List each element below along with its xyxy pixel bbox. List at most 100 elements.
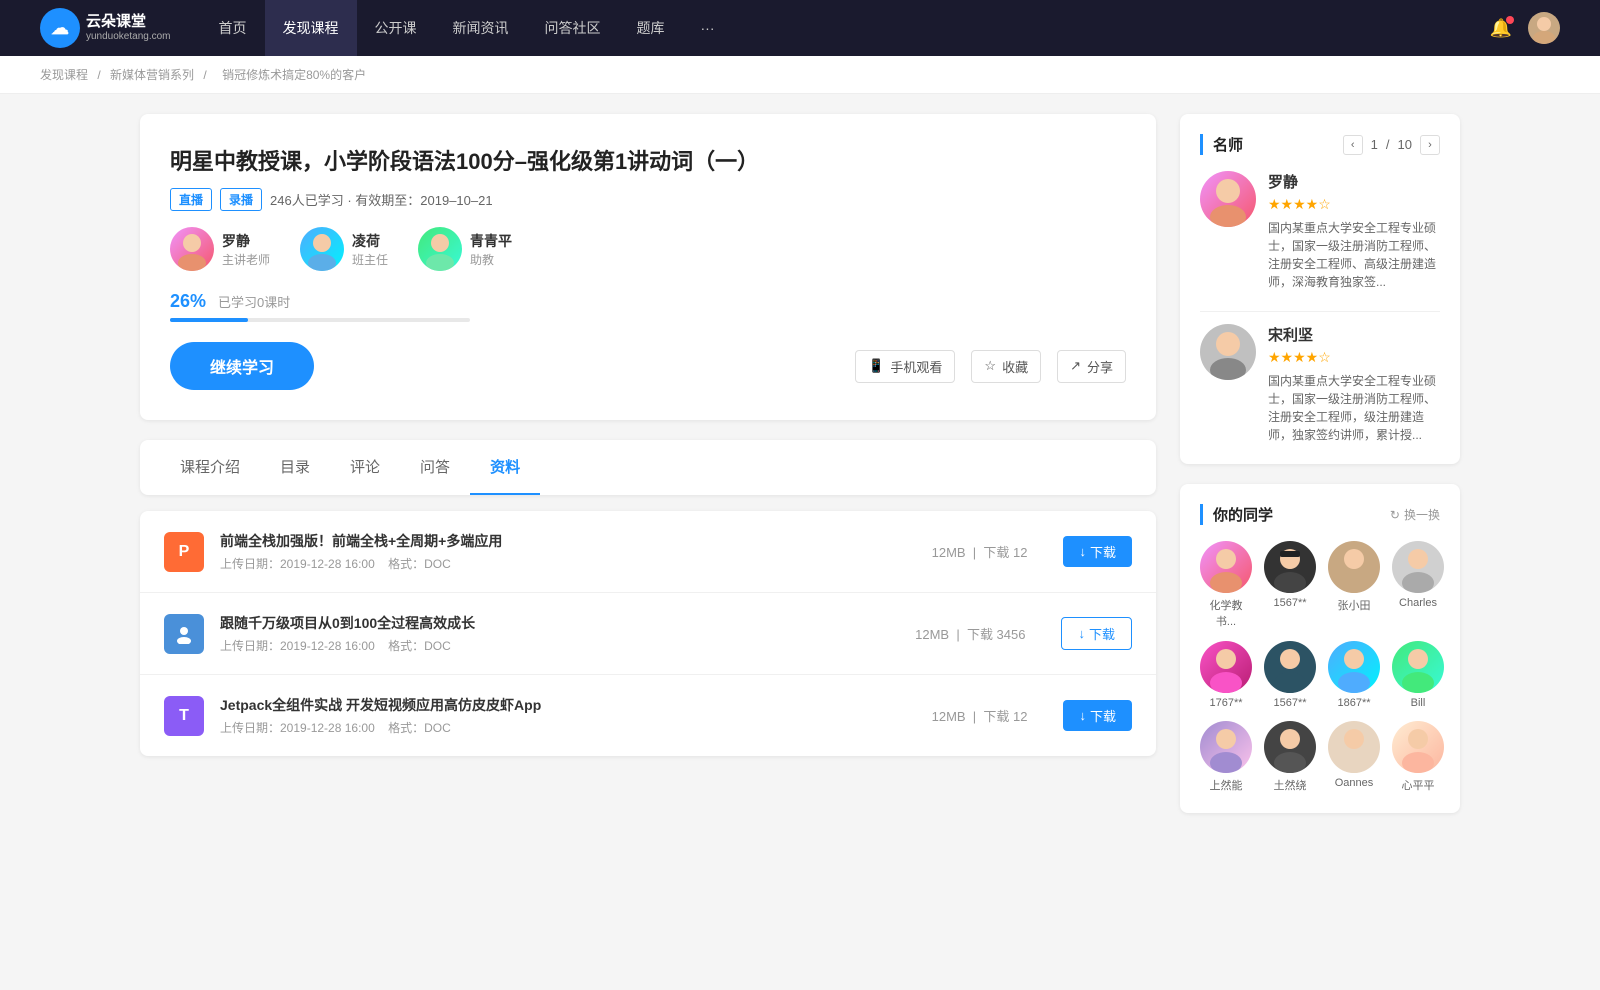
nav-item-open[interactable]: 公开课 xyxy=(357,0,435,56)
nav-item-home[interactable]: 首页 xyxy=(201,0,265,56)
breadcrumb-link-2[interactable]: 新媒体营销系列 xyxy=(110,68,194,82)
share-icon: ↗ xyxy=(1070,358,1081,374)
classmates-title: 你的同学 xyxy=(1200,504,1273,525)
material-icon-1 xyxy=(164,614,204,654)
classmate-6: 1867** xyxy=(1328,641,1380,709)
classmate-avatar-0[interactable] xyxy=(1200,541,1252,593)
progress-percent: 26% xyxy=(170,291,206,312)
teacher-role-2: 助教 xyxy=(470,251,512,268)
classmate-10: Oannes xyxy=(1328,721,1380,793)
next-page-button[interactable]: › xyxy=(1420,135,1440,155)
badge-live: 直播 xyxy=(170,188,212,211)
breadcrumb-link-1[interactable]: 发现课程 xyxy=(40,68,88,82)
teacher-avatar-1 xyxy=(300,227,344,271)
breadcrumb: 发现课程 / 新媒体营销系列 / 销冠修炼术搞定80%的客户 xyxy=(0,56,1600,94)
user-avatar[interactable] xyxy=(1528,12,1560,44)
material-stats-0: 12MB | 下载 12 xyxy=(932,542,1028,561)
materials-list: P 前端全栈加强版！前端全栈+全周期+多端应用 上传日期：2019-12-28 … xyxy=(140,511,1156,756)
download-icon-1: ↓ xyxy=(1078,626,1085,641)
nav-item-discover[interactable]: 发现课程 xyxy=(265,0,357,56)
tab-directory[interactable]: 目录 xyxy=(260,440,330,495)
classmate-name-0: 化学教书... xyxy=(1200,597,1252,629)
classmate-name-4: 1767** xyxy=(1209,697,1242,709)
teacher-role-1: 班主任 xyxy=(352,251,388,268)
course-meta: 246人已学习 · 有效期至：2019–10–21 xyxy=(270,190,493,209)
teacher-role-0: 主讲老师 xyxy=(222,251,270,268)
nav-items: 首页 发现课程 公开课 新闻资讯 问答社区 题库 ··· xyxy=(201,0,1490,56)
classmate-avatar-3[interactable] xyxy=(1392,541,1444,593)
download-button-1[interactable]: ↓ 下载 xyxy=(1061,617,1132,650)
classmate-avatar-7[interactable] xyxy=(1392,641,1444,693)
classmate-avatar-8[interactable] xyxy=(1200,721,1252,773)
course-card: 明星中教授课，小学阶段语法100分–强化级第1讲动词（一） 直播 录播 246人… xyxy=(140,114,1156,420)
mobile-icon: 📱 xyxy=(868,358,884,374)
classmate-name-7: Bill xyxy=(1411,697,1426,709)
classmate-avatar-6[interactable] xyxy=(1328,641,1380,693)
nav-right: 🔔 xyxy=(1490,12,1560,44)
classmate-avatar-1[interactable] xyxy=(1264,541,1316,593)
teacher-name-0: 罗静 xyxy=(222,231,270,251)
famous-teacher-name-1: 宋利坚 xyxy=(1268,324,1440,345)
tab-intro[interactable]: 课程介绍 xyxy=(160,440,260,495)
famous-teacher-stars-0: ★★★★☆ xyxy=(1268,196,1440,213)
tab-qa[interactable]: 问答 xyxy=(400,440,470,495)
material-info-1: 跟随千万级项目从0到100全过程高效成长 上传日期：2019-12-28 16:… xyxy=(220,613,879,654)
classmate-avatar-2[interactable] xyxy=(1328,541,1380,593)
teacher-1: 凌荷 班主任 xyxy=(300,227,388,271)
classmate-name-1: 1567** xyxy=(1273,597,1306,609)
material-item-0: P 前端全栈加强版！前端全栈+全周期+多端应用 上传日期：2019-12-28 … xyxy=(140,511,1156,593)
material-title-0: 前端全栈加强版！前端全栈+全周期+多端应用 xyxy=(220,531,896,551)
download-button-0[interactable]: ↓ 下载 xyxy=(1063,536,1132,567)
teacher-2: 青青平 助教 xyxy=(418,227,512,271)
notification-dot xyxy=(1506,16,1514,24)
teachers-row: 罗静 主讲老师 凌荷 班主任 xyxy=(170,227,1126,271)
classmate-avatar-10[interactable] xyxy=(1328,721,1380,773)
teacher-0: 罗静 主讲老师 xyxy=(170,227,270,271)
famous-teacher-1: 宋利坚 ★★★★☆ 国内某重点大学安全工程专业硕士，国家一级注册消防工程师、注册… xyxy=(1200,324,1440,444)
classmate-avatar-5[interactable] xyxy=(1264,641,1316,693)
tab-comments[interactable]: 评论 xyxy=(330,440,400,495)
classmate-1: 1567** xyxy=(1264,541,1316,629)
progress-bar-fill xyxy=(170,318,248,322)
nav-item-qa[interactable]: 问答社区 xyxy=(527,0,619,56)
material-info-0: 前端全栈加强版！前端全栈+全周期+多端应用 上传日期：2019-12-28 16… xyxy=(220,531,896,572)
classmate-3: Charles xyxy=(1392,541,1444,629)
mobile-watch-button[interactable]: 📱 手机观看 xyxy=(855,350,955,383)
star-icon: ☆ xyxy=(984,358,996,374)
material-stats-2: 12MB | 下载 12 xyxy=(932,706,1028,725)
bell-icon[interactable]: 🔔 xyxy=(1490,18,1512,39)
refresh-icon: ↻ xyxy=(1390,508,1400,522)
logo[interactable]: ☁ 云朵课堂 yunduoketang.com xyxy=(40,8,171,48)
classmates-grid: 化学教书... 1567** 张小田 xyxy=(1200,541,1440,793)
famous-teacher-0: 罗静 ★★★★☆ 国内某重点大学安全工程专业硕士，国家一级注册消防工程师、注册安… xyxy=(1200,171,1440,291)
classmate-11: 心平平 xyxy=(1392,721,1444,793)
teacher-name-1: 凌荷 xyxy=(352,231,388,251)
share-button[interactable]: ↗ 分享 xyxy=(1057,350,1126,383)
classmate-0: 化学教书... xyxy=(1200,541,1252,629)
classmate-avatar-9[interactable] xyxy=(1264,721,1316,773)
classmate-name-10: Oannes xyxy=(1335,777,1374,789)
tab-materials[interactable]: 资料 xyxy=(470,440,540,495)
prev-page-button[interactable]: ‹ xyxy=(1343,135,1363,155)
material-title-2: Jetpack全组件实战 开发短视频应用高仿皮皮虾App xyxy=(220,695,896,715)
sidebar: 名师 ‹ 1 / 10 › 罗静 ★★★★☆ 国内某重点大学安全工程专业硕士，国… xyxy=(1180,114,1460,833)
collect-button[interactable]: ☆ 收藏 xyxy=(971,350,1041,383)
continue-learning-button[interactable]: 继续学习 xyxy=(170,342,314,390)
material-icon-0: P xyxy=(164,532,204,572)
material-item-1: 跟随千万级项目从0到100全过程高效成长 上传日期：2019-12-28 16:… xyxy=(140,593,1156,675)
nav-item-bank[interactable]: 题库 xyxy=(619,0,683,56)
navbar: ☁ 云朵课堂 yunduoketang.com 首页 发现课程 公开课 新闻资讯… xyxy=(0,0,1600,56)
download-button-2[interactable]: ↓ 下载 xyxy=(1063,700,1132,731)
nav-item-more[interactable]: ··· xyxy=(683,0,733,56)
breadcrumb-current: 销冠修炼术搞定80%的客户 xyxy=(222,68,366,82)
famous-teacher-avatar-0 xyxy=(1200,171,1256,227)
classmate-avatar-11[interactable] xyxy=(1392,721,1444,773)
classmate-name-2: 张小田 xyxy=(1338,597,1371,613)
classmate-avatar-4[interactable] xyxy=(1200,641,1252,693)
action-buttons: 📱 手机观看 ☆ 收藏 ↗ 分享 xyxy=(855,350,1126,383)
classmate-7: Bill xyxy=(1392,641,1444,709)
download-icon-2: ↓ xyxy=(1079,708,1086,723)
nav-item-news[interactable]: 新闻资讯 xyxy=(435,0,527,56)
material-meta-2: 上传日期：2019-12-28 16:00 格式：DOC xyxy=(220,719,896,736)
refresh-button[interactable]: ↻ 换一换 xyxy=(1390,506,1440,523)
